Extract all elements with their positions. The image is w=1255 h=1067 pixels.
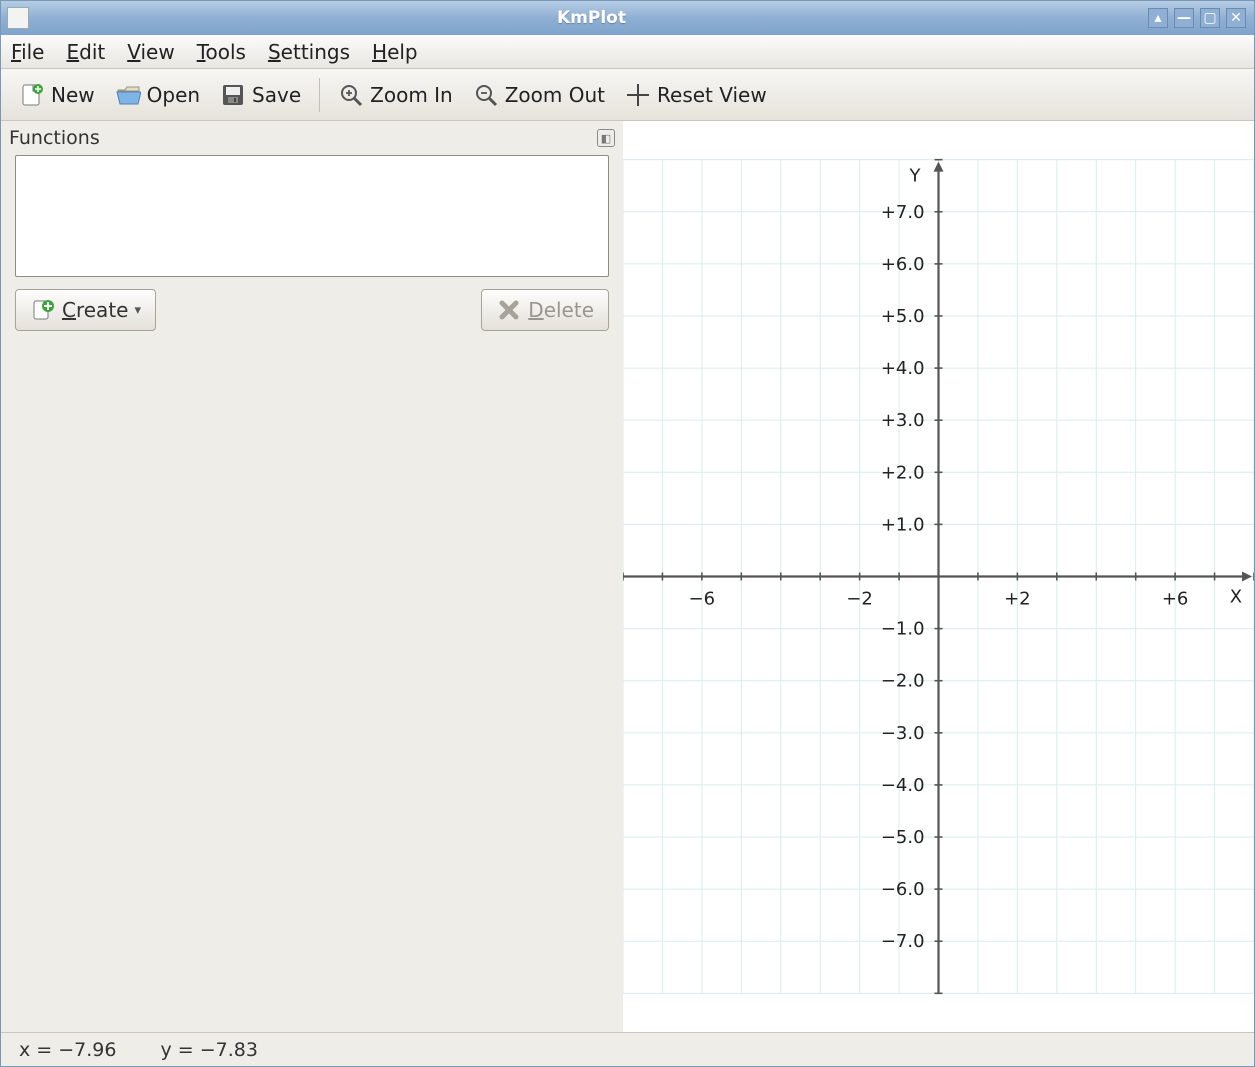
zoom-out-icon — [473, 82, 499, 108]
app-icon — [7, 7, 29, 29]
svg-text:−2.0: −2.0 — [881, 671, 925, 692]
close-button[interactable]: ✕ — [1226, 8, 1246, 28]
zoom-out-button[interactable]: Zoom Out — [463, 78, 615, 112]
save-button[interactable]: Save — [210, 78, 311, 112]
svg-text:+1.0: +1.0 — [881, 514, 925, 535]
reset-view-button[interactable]: Reset View — [615, 78, 777, 112]
reset-view-icon — [625, 82, 651, 108]
open-label: Open — [147, 83, 200, 107]
chevron-down-icon: ▾ — [134, 303, 141, 318]
window: KmPlot ▴ — ▢ ✕ File Edit View Tools Sett… — [0, 0, 1255, 1067]
status-y-coord: y = −7.83 — [160, 1039, 257, 1061]
svg-text:+2: +2 — [1004, 588, 1031, 609]
toolbar-separator — [319, 78, 320, 112]
svg-text:+2.0: +2.0 — [881, 462, 925, 483]
plot-canvas[interactable]: X Y +7.0 +6.0 +5.0 +4.0 +3.0 +2.0 +1.0 −1.0 −2.0 −3… — [623, 121, 1254, 1032]
menu-file[interactable]: File — [11, 40, 44, 64]
minimize-button[interactable]: — — [1174, 8, 1194, 28]
delete-button[interactable]: Delete — [481, 289, 609, 331]
maximize-button[interactable]: ▢ — [1200, 8, 1220, 28]
svg-text:+5.0: +5.0 — [881, 306, 925, 327]
svg-text:+7.0: +7.0 — [881, 202, 925, 223]
menu-view[interactable]: View — [127, 40, 174, 64]
statusbar: x = −7.96 y = −7.83 — [1, 1032, 1254, 1066]
menu-tools[interactable]: Tools — [197, 40, 246, 64]
open-button[interactable]: Open — [105, 78, 210, 112]
menu-settings[interactable]: Settings — [268, 40, 350, 64]
zoom-out-label: Zoom Out — [505, 83, 605, 107]
create-add-icon — [30, 297, 56, 323]
open-folder-icon — [115, 82, 141, 108]
svg-text:−7.0: −7.0 — [881, 931, 925, 952]
svg-text:+6.0: +6.0 — [881, 254, 925, 275]
zoom-in-label: Zoom In — [370, 83, 453, 107]
titlebar: KmPlot ▴ — ▢ ✕ — [1, 1, 1254, 35]
delete-label: Delete — [528, 298, 594, 322]
create-label: Create — [62, 298, 128, 322]
window-title: KmPlot — [35, 8, 1148, 28]
new-label: New — [51, 83, 95, 107]
menu-help[interactable]: Help — [372, 40, 418, 64]
zoom-in-button[interactable]: Zoom In — [328, 78, 463, 112]
svg-text:−3.0: −3.0 — [881, 723, 925, 744]
svg-text:−4.0: −4.0 — [881, 775, 925, 796]
functions-list[interactable] — [15, 155, 609, 277]
panel-detach-icon[interactable]: ◧ — [597, 129, 615, 147]
menubar: File Edit View Tools Settings Help — [1, 35, 1254, 69]
svg-text:−6.0: −6.0 — [881, 879, 925, 900]
functions-panel: Functions ◧ Create ▾ Delete — [1, 121, 623, 1032]
new-file-icon — [19, 82, 45, 108]
keep-above-button[interactable]: ▴ — [1148, 8, 1168, 28]
svg-text:X: X — [1230, 586, 1242, 607]
svg-text:−2: −2 — [846, 588, 873, 609]
svg-text:+4.0: +4.0 — [881, 358, 925, 379]
save-label: Save — [252, 83, 301, 107]
reset-view-label: Reset View — [657, 83, 767, 107]
plot-svg: X Y +7.0 +6.0 +5.0 +4.0 +3.0 +2.0 +1.0 −1.0 −2.0 −3… — [623, 121, 1254, 1032]
functions-panel-header: Functions ◧ — [7, 125, 617, 155]
status-x-coord: x = −7.96 — [19, 1039, 116, 1061]
menu-edit[interactable]: Edit — [66, 40, 105, 64]
window-controls: ▴ — ▢ ✕ — [1148, 8, 1246, 28]
svg-text:−5.0: −5.0 — [881, 827, 925, 848]
svg-text:Y: Y — [909, 166, 922, 187]
zoom-in-icon — [338, 82, 364, 108]
save-floppy-icon — [220, 82, 246, 108]
create-button[interactable]: Create ▾ — [15, 289, 156, 331]
svg-text:−6: −6 — [689, 588, 716, 609]
delete-x-icon — [496, 297, 522, 323]
functions-button-row: Create ▾ Delete — [7, 289, 617, 331]
svg-text:−1.0: −1.0 — [881, 619, 925, 640]
new-button[interactable]: New — [9, 78, 105, 112]
svg-text:+6: +6 — [1162, 588, 1189, 609]
functions-panel-title: Functions — [9, 127, 100, 149]
content: Functions ◧ Create ▾ Delete — [1, 121, 1254, 1032]
svg-text:+3.0: +3.0 — [881, 410, 925, 431]
toolbar: New Open Save Zoom In Zoom Out — [1, 69, 1254, 121]
